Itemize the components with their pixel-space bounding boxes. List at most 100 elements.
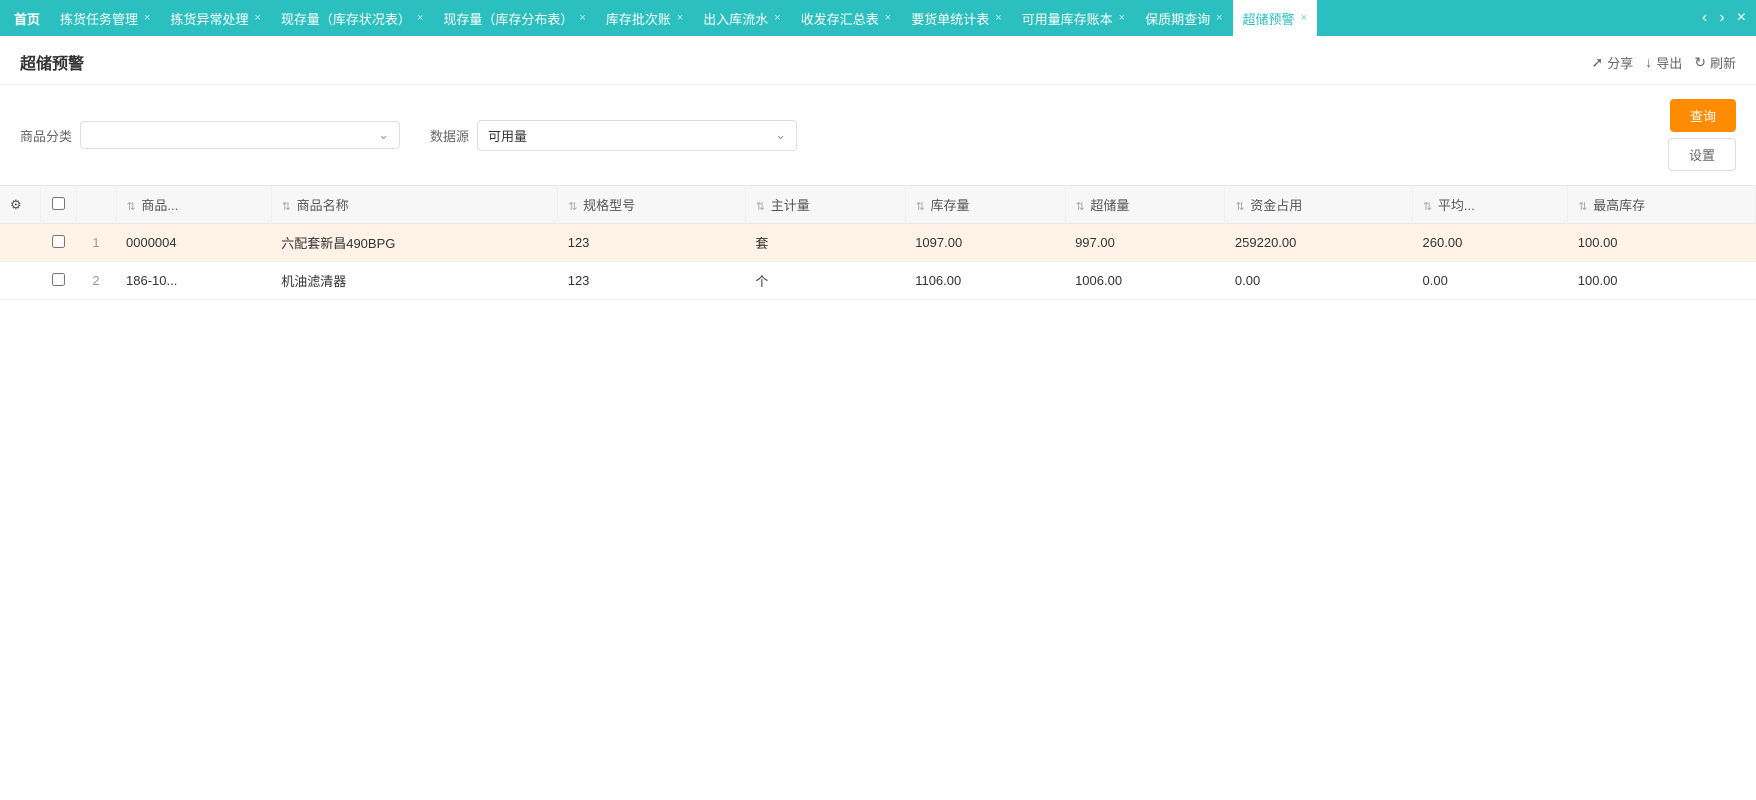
query-button[interactable]: 查询 bbox=[1670, 99, 1736, 132]
page-title: 超储预警 bbox=[20, 50, 84, 74]
datasource-label: 数据源 bbox=[430, 126, 469, 145]
settings-button[interactable]: 设置 bbox=[1668, 138, 1736, 171]
row-max-stock-0: 100.00 bbox=[1568, 224, 1756, 262]
row-num-1: 2 bbox=[76, 262, 116, 300]
category-select[interactable]: ⌄ bbox=[80, 121, 400, 149]
right-buttons: 查询 设置 bbox=[1668, 99, 1736, 171]
datasource-value: 可用量 bbox=[488, 126, 527, 145]
nav-home[interactable]: 首页 bbox=[4, 0, 50, 36]
nav-inventory-status[interactable]: 现存量（库存状况表） × bbox=[271, 0, 433, 36]
row-select-0[interactable] bbox=[52, 235, 65, 248]
col-row-num bbox=[76, 186, 116, 224]
table-row: 2 186-10... 机油滤清器 123 个 1106.00 1006.00 … bbox=[0, 262, 1756, 300]
col-avg[interactable]: ⇅ 平均... bbox=[1413, 186, 1568, 224]
refresh-icon: ↻ bbox=[1694, 54, 1706, 71]
close-available-ledger[interactable]: × bbox=[1119, 12, 1125, 24]
nav-inventory-dist[interactable]: 现存量（库存分布表） × bbox=[433, 0, 595, 36]
category-chevron-icon: ⌄ bbox=[378, 127, 389, 143]
table-header-row: ⚙ ⇅ 商品... ⇅ 商品名称 ⇅ 规格型号 bbox=[0, 186, 1756, 224]
close-inventory-status[interactable]: × bbox=[417, 12, 423, 24]
row-stock-1: 1106.00 bbox=[905, 262, 1065, 300]
export-icon: ↓ bbox=[1645, 54, 1652, 70]
nav-summary[interactable]: 收发存汇总表 × bbox=[791, 0, 901, 36]
row-max-stock-1: 100.00 bbox=[1568, 262, 1756, 300]
col-goods-code[interactable]: ⇅ 商品... bbox=[116, 186, 271, 224]
row-capital-0: 259220.00 bbox=[1225, 224, 1413, 262]
col-stock[interactable]: ⇅ 库存量 bbox=[905, 186, 1065, 224]
filter-row: 商品分类 ⌄ 数据源 可用量 ⌄ 查询 设置 bbox=[0, 85, 1756, 185]
row-avg-0: 260.00 bbox=[1413, 224, 1568, 262]
col-goods-name[interactable]: ⇅ 商品名称 bbox=[271, 186, 558, 224]
close-batch-account[interactable]: × bbox=[677, 12, 683, 24]
data-table: ⚙ ⇅ 商品... ⇅ 商品名称 ⇅ 规格型号 bbox=[0, 185, 1756, 300]
datasource-chevron-icon: ⌄ bbox=[775, 127, 786, 143]
row-gear-0 bbox=[0, 224, 40, 262]
row-spec-0: 123 bbox=[558, 224, 746, 262]
col-spec[interactable]: ⇅ 规格型号 bbox=[558, 186, 746, 224]
datasource-select[interactable]: 可用量 ⌄ bbox=[477, 120, 797, 151]
row-goods-name-1: 机油滤清器 bbox=[271, 262, 558, 300]
nav-order-stats[interactable]: 要货单统计表 × bbox=[901, 0, 1011, 36]
row-goods-name-0: 六配套新昌490BPG bbox=[271, 224, 558, 262]
table-row: 1 0000004 六配套新昌490BPG 123 套 1097.00 997.… bbox=[0, 224, 1756, 262]
share-icon: ➚ bbox=[1591, 54, 1603, 71]
sort-icon: ⇅ bbox=[1076, 201, 1085, 213]
nav-arrows: ‹ › × bbox=[1696, 9, 1752, 27]
row-unit-1: 个 bbox=[745, 262, 905, 300]
row-select-1[interactable] bbox=[52, 273, 65, 286]
nav-arrow-left[interactable]: ‹ bbox=[1696, 9, 1713, 27]
sort-icon: ⇅ bbox=[756, 201, 765, 213]
close-expiry-query[interactable]: × bbox=[1216, 12, 1222, 24]
close-inventory-dist[interactable]: × bbox=[579, 12, 585, 24]
col-max-stock[interactable]: ⇅ 最高库存 bbox=[1568, 186, 1756, 224]
col-capital[interactable]: ⇅ 资金占用 bbox=[1225, 186, 1413, 224]
sort-icon: ⇅ bbox=[127, 201, 136, 213]
datasource-filter-group: 数据源 可用量 ⌄ bbox=[430, 120, 797, 151]
col-overstock[interactable]: ⇅ 超储量 bbox=[1065, 186, 1225, 224]
page-actions: ➚ 分享 ↓ 导出 ↻ 刷新 bbox=[1591, 53, 1736, 72]
nav-arrow-close[interactable]: × bbox=[1731, 9, 1752, 27]
category-filter-group: 商品分类 ⌄ bbox=[20, 121, 400, 149]
row-checkbox-1[interactable] bbox=[40, 262, 76, 300]
sort-icon: ⇅ bbox=[1578, 201, 1587, 213]
nav-in-out-flow[interactable]: 出入库流水 × bbox=[693, 0, 790, 36]
gear-icon: ⚙ bbox=[10, 197, 22, 212]
nav-overstock-warning[interactable]: 超储预警 × bbox=[1233, 0, 1317, 36]
row-overstock-1: 1006.00 bbox=[1065, 262, 1225, 300]
sort-icon: ⇅ bbox=[282, 201, 291, 213]
row-capital-1: 0.00 bbox=[1225, 262, 1413, 300]
row-num-0: 1 bbox=[76, 224, 116, 262]
nav-pick-task[interactable]: 拣货任务管理 × bbox=[50, 0, 160, 36]
close-pick-task[interactable]: × bbox=[144, 12, 150, 24]
sort-icon: ⇅ bbox=[568, 201, 577, 213]
close-in-out-flow[interactable]: × bbox=[774, 12, 780, 24]
col-unit[interactable]: ⇅ 主计量 bbox=[745, 186, 905, 224]
close-overstock-warning[interactable]: × bbox=[1301, 12, 1307, 24]
row-goods-code-1: 186-10... bbox=[116, 262, 271, 300]
nav-pick-exception[interactable]: 拣货异常处理 × bbox=[160, 0, 270, 36]
sort-icon: ⇅ bbox=[916, 201, 925, 213]
nav-arrow-right[interactable]: › bbox=[1713, 9, 1730, 27]
export-button[interactable]: ↓ 导出 bbox=[1645, 53, 1682, 72]
sort-icon: ⇅ bbox=[1235, 201, 1244, 213]
row-checkbox-0[interactable] bbox=[40, 224, 76, 262]
close-summary[interactable]: × bbox=[885, 12, 891, 24]
top-nav: 首页 拣货任务管理 × 拣货异常处理 × 现存量（库存状况表） × 现存量（库存… bbox=[0, 0, 1756, 36]
nav-expiry-query[interactable]: 保质期查询 × bbox=[1135, 0, 1232, 36]
row-unit-0: 套 bbox=[745, 224, 905, 262]
sort-icon: ⇅ bbox=[1423, 201, 1432, 213]
row-stock-0: 1097.00 bbox=[905, 224, 1065, 262]
close-order-stats[interactable]: × bbox=[995, 12, 1001, 24]
select-all-checkbox[interactable] bbox=[52, 197, 65, 210]
main-content: 超储预警 ➚ 分享 ↓ 导出 ↻ 刷新 商品分类 ⌄ 数据源 bbox=[0, 36, 1756, 800]
nav-batch-account[interactable]: 库存批次账 × bbox=[596, 0, 693, 36]
close-pick-exception[interactable]: × bbox=[254, 12, 260, 24]
col-gear[interactable]: ⚙ bbox=[0, 186, 40, 224]
col-checkbox-all[interactable] bbox=[40, 186, 76, 224]
nav-available-ledger[interactable]: 可用量库存账本 × bbox=[1012, 0, 1135, 36]
row-goods-code-0: 0000004 bbox=[116, 224, 271, 262]
row-gear-1 bbox=[0, 262, 40, 300]
row-spec-1: 123 bbox=[558, 262, 746, 300]
share-button[interactable]: ➚ 分享 bbox=[1591, 53, 1633, 72]
refresh-button[interactable]: ↻ 刷新 bbox=[1694, 53, 1736, 72]
